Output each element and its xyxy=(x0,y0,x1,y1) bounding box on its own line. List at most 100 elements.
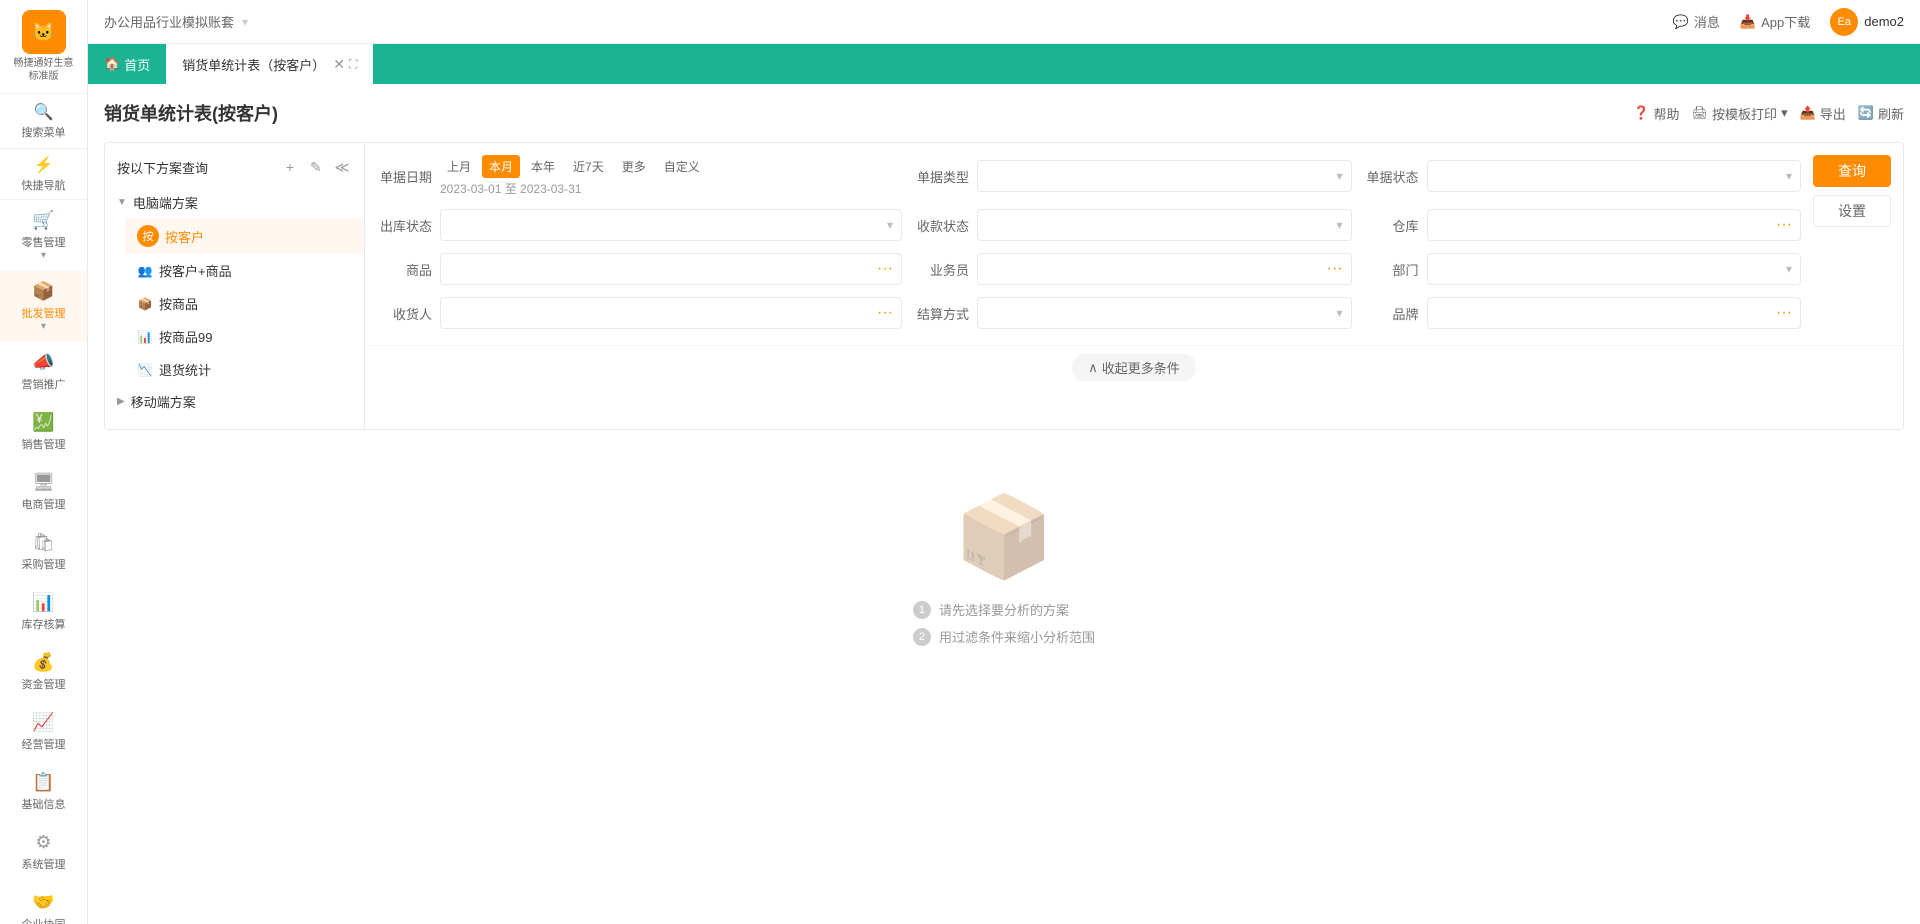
sidebar-logo: 🐱 畅捷通好生意 标准版 xyxy=(0,0,87,94)
out-status-field: 出库状态 ▾ xyxy=(377,209,902,241)
by-customer-label: 按客户 xyxy=(165,227,204,246)
basic-label: 基础信息 xyxy=(22,796,66,812)
tree-mobile-group-header[interactable]: ▶ 移动端方案 xyxy=(105,386,364,417)
user-profile[interactable]: Ea demo2 xyxy=(1830,8,1904,36)
sidebar-quicknav-item[interactable]: ⚡ 快捷导航 xyxy=(0,149,87,200)
doc-status-select[interactable]: ▾ xyxy=(1427,160,1802,192)
settlement-select[interactable]: ▾ xyxy=(977,297,1352,329)
help-icon: ❓ xyxy=(1633,105,1649,121)
enterprise-icon: 🤝 xyxy=(32,892,54,913)
content-area: 销货单统计表(按客户) ❓ 帮助 🖨 按模板打印 ▾ 📤 导出 xyxy=(88,84,1920,924)
system-label: 系统管理 xyxy=(22,856,66,872)
warehouse-label: 仓库 xyxy=(1364,216,1419,235)
by-goods-label: 按商品 xyxy=(159,294,198,313)
message-action[interactable]: 💬 消息 xyxy=(1673,12,1720,31)
tree-desktop-arrow: ▼ xyxy=(117,197,127,208)
sidebar-item-purchase[interactable]: 🛍 采购管理 xyxy=(0,522,87,582)
date-btn-this-month[interactable]: 本月 xyxy=(482,155,520,178)
sidebar-item-wholesale[interactable]: 📦 批发管理 ▾ xyxy=(0,271,87,342)
query-button[interactable]: 查询 xyxy=(1813,155,1891,187)
tree-item-by-customer[interactable]: 按 按客户 xyxy=(125,218,364,254)
wholesale-arrow: ▾ xyxy=(41,321,46,332)
date-btn-custom[interactable]: 自定义 xyxy=(657,155,707,178)
help-label: 帮助 xyxy=(1654,104,1680,123)
tree-item-by-goods[interactable]: 📦 按商品 xyxy=(125,287,364,320)
out-status-arrow: ▾ xyxy=(887,218,893,232)
brand-dots[interactable]: ··· xyxy=(1776,304,1792,322)
sidebar-item-sales[interactable]: 💹 销售管理 xyxy=(0,402,87,462)
collapse-row: ∧ 收起更多条件 xyxy=(365,345,1903,389)
quicknav-label: 快捷导航 xyxy=(22,177,66,193)
sidebar-item-operation[interactable]: 📈 经营管理 xyxy=(0,702,87,762)
sidebar-item-basic[interactable]: 📋 基础信息 xyxy=(0,762,87,822)
collapse-sidebar-button[interactable]: ≪ xyxy=(332,157,352,177)
export-button[interactable]: 📤 导出 xyxy=(1800,104,1846,123)
help-button[interactable]: ❓ 帮助 xyxy=(1633,104,1679,123)
goods-input[interactable]: ··· xyxy=(440,253,902,285)
sidebar-search-item[interactable]: 🔍 搜索菜单 xyxy=(0,94,87,149)
receipt-status-label: 收款状态 xyxy=(914,216,969,235)
finance-label: 资金管理 xyxy=(22,676,66,692)
goods-dots[interactable]: ··· xyxy=(877,260,893,278)
marketing-label: 营销推广 xyxy=(22,376,66,392)
sidebar-item-enterprise[interactable]: 🤝 企业协同 xyxy=(0,882,87,924)
sidebar-item-retail[interactable]: 🛒 零售管理 ▾ xyxy=(0,200,87,271)
empty-tip-1: 1 请先选择要分析的方案 xyxy=(913,600,1095,619)
refresh-label: 刷新 xyxy=(1878,104,1904,123)
department-select[interactable]: ▾ xyxy=(1427,253,1802,285)
tree-item-by-goods99[interactable]: 📊 按商品99 xyxy=(125,320,364,353)
export-icon: 📤 xyxy=(1800,105,1816,121)
sidebar-item-marketing[interactable]: 📣 营销推广 xyxy=(0,342,87,402)
doc-type-select[interactable]: ▾ xyxy=(977,160,1352,192)
purchase-label: 采购管理 xyxy=(22,556,66,572)
inventory-label: 库存核算 xyxy=(22,616,66,632)
tab-home[interactable]: 🏠 首页 xyxy=(88,44,166,84)
sidebar-item-system[interactable]: ⚙ 系统管理 xyxy=(0,822,87,882)
filter-container: 按以下方案查询 + ✎ ≪ xyxy=(104,142,1904,430)
tab-maximize-icon[interactable]: ⛶ xyxy=(349,57,357,72)
tree-item-refund[interactable]: 📉 退货统计 xyxy=(125,353,364,386)
date-field: 单据日期 上月 本月 本年 近7天 更多 自定义 xyxy=(377,155,902,197)
receiver-dots[interactable]: ··· xyxy=(877,304,893,322)
add-scheme-button[interactable]: + xyxy=(280,157,300,177)
salesperson-input[interactable]: ··· xyxy=(977,253,1352,285)
sidebar-item-inventory[interactable]: 📊 库存核算 xyxy=(0,582,87,642)
filter-row-2: 出库状态 ▾ 收款状态 xyxy=(377,209,1801,241)
empty-tip-2: 2 用过滤条件来缩小分析范围 xyxy=(913,627,1095,646)
date-btn-last7[interactable]: 近7天 xyxy=(566,155,611,178)
app-download-action[interactable]: 📥 App下载 xyxy=(1740,12,1810,31)
salesperson-dots[interactable]: ··· xyxy=(1327,260,1343,278)
collapse-up-icon: ∧ xyxy=(1088,360,1098,376)
tab-sales-stat[interactable]: 销货单统计表（按客户） ✕ ⛶ xyxy=(166,44,373,84)
by-goods-icon: 📦 xyxy=(137,296,153,312)
tab-bar: 🏠 首页 销货单统计表（按客户） ✕ ⛶ xyxy=(88,44,1920,84)
quicknav-icon: ⚡ xyxy=(34,155,54,175)
logo-text: 畅捷通好生意 标准版 xyxy=(14,57,74,83)
tab-close-icon[interactable]: ✕ xyxy=(333,56,345,73)
receiver-input[interactable]: ··· xyxy=(440,297,902,329)
receipt-status-select[interactable]: ▾ xyxy=(977,209,1352,241)
date-btn-more[interactable]: 更多 xyxy=(615,155,653,178)
date-btn-last-month[interactable]: 上月 xyxy=(440,155,478,178)
tree-desktop-group-header[interactable]: ▼ 电脑端方案 xyxy=(105,187,364,218)
brand-input[interactable]: ··· xyxy=(1427,297,1802,329)
department-field: 部门 ▾ xyxy=(1364,253,1802,285)
receiver-field: 收货人 ··· xyxy=(377,297,902,329)
warehouse-input[interactable]: ··· xyxy=(1427,209,1802,241)
warehouse-dots[interactable]: ··· xyxy=(1776,216,1792,234)
sidebar-item-ecommerce[interactable]: 🖥 电商管理 xyxy=(0,462,87,522)
refresh-button[interactable]: 🔄 刷新 xyxy=(1858,104,1904,123)
print-button[interactable]: 🖨 按模板打印 ▾ xyxy=(1692,104,1788,123)
date-btn-this-year[interactable]: 本年 xyxy=(524,155,562,178)
finance-icon: 💰 xyxy=(32,652,54,673)
tree-item-by-customer-goods[interactable]: 👥 按客户+商品 xyxy=(125,254,364,287)
collapse-button[interactable]: ∧ 收起更多条件 xyxy=(1072,354,1196,381)
page-header: 销货单统计表(按客户) ❓ 帮助 🖨 按模板打印 ▾ 📤 导出 xyxy=(104,100,1904,126)
out-status-label: 出库状态 xyxy=(377,216,432,235)
sidebar-item-finance[interactable]: 💰 资金管理 xyxy=(0,642,87,702)
refresh-icon: 🔄 xyxy=(1858,105,1874,121)
edit-scheme-button[interactable]: ✎ xyxy=(306,157,326,177)
avatar-text: Ea xyxy=(1838,16,1851,28)
settings-button[interactable]: 设置 xyxy=(1813,195,1891,227)
out-status-select[interactable]: ▾ xyxy=(440,209,902,241)
